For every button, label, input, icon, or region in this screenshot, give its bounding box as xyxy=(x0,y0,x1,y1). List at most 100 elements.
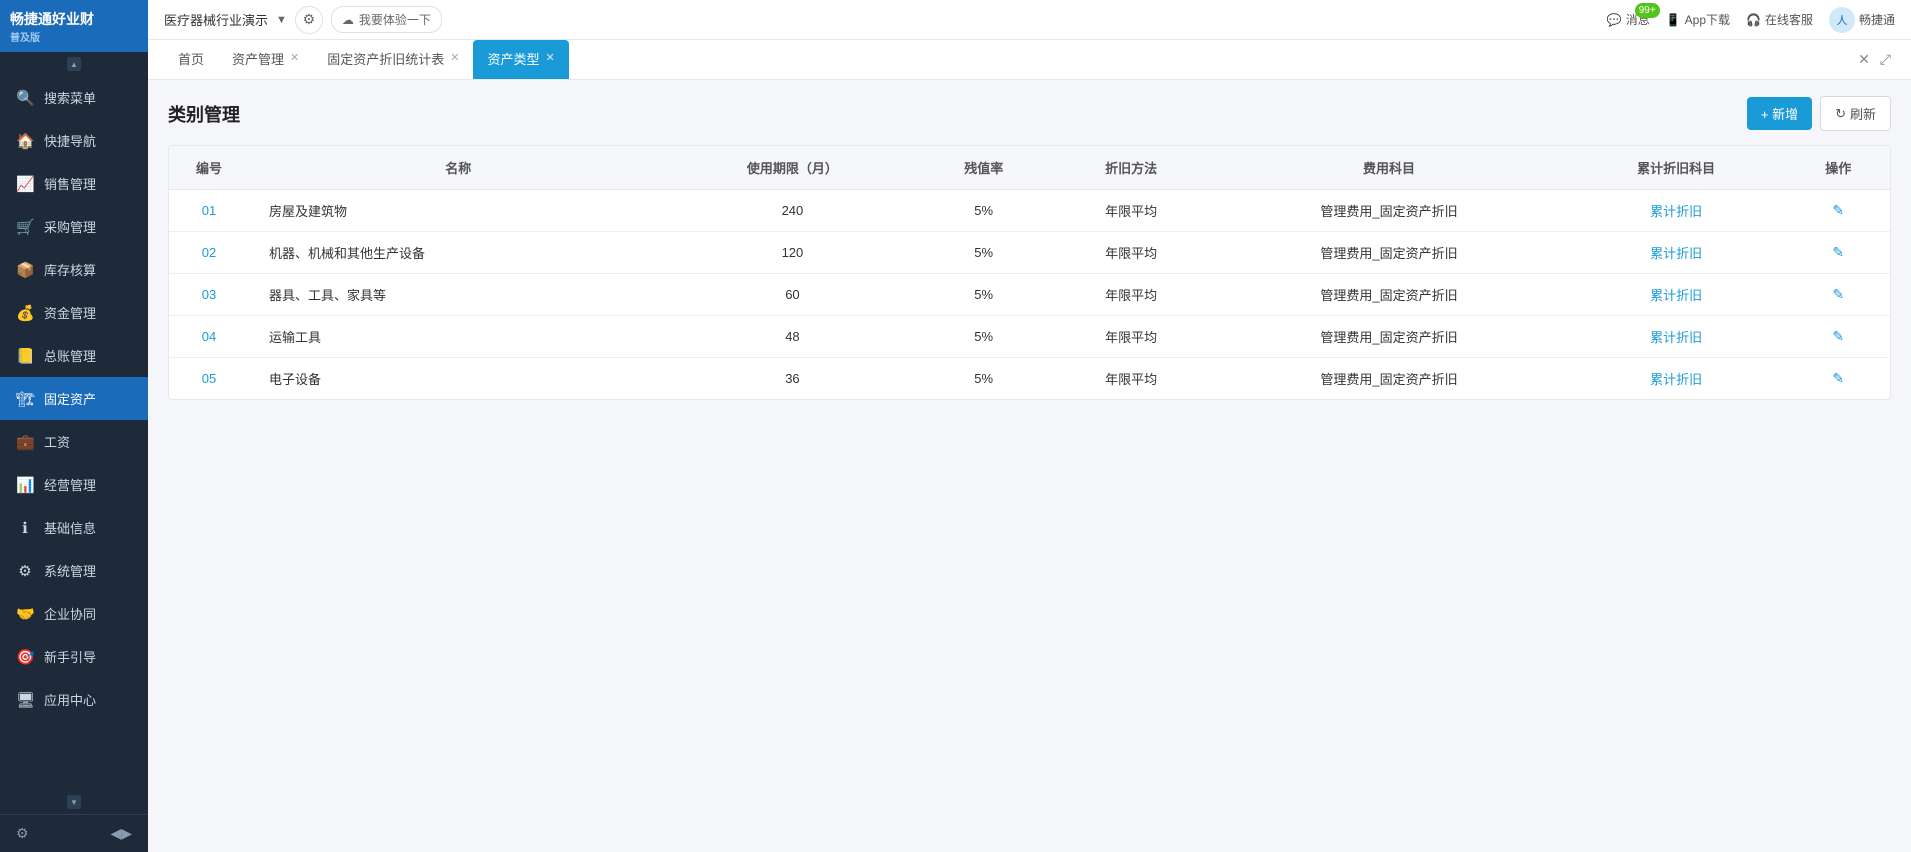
cell-id: 02 xyxy=(169,232,249,274)
sidebar-item-guide[interactable]: 🎯 新手引导 xyxy=(0,635,148,678)
cell-id: 04 xyxy=(169,316,249,358)
tab-asset-type-close[interactable]: ✕ xyxy=(546,53,555,64)
scroll-down-button[interactable]: ▼ xyxy=(67,795,81,809)
expand-window-button[interactable]: ⤢ xyxy=(1880,51,1891,68)
cell-name: 电子设备 xyxy=(249,358,668,400)
cell-action: ✎ xyxy=(1786,274,1890,316)
tab-home[interactable]: 首页 xyxy=(164,40,218,79)
sidebar-item-label: 新手引导 xyxy=(44,647,96,666)
sidebar-item-label: 采购管理 xyxy=(44,217,96,236)
edit-button[interactable]: ✎ xyxy=(1832,202,1844,218)
sidebar-item-label: 企业协同 xyxy=(44,604,96,623)
sidebar-item-label: 搜索菜单 xyxy=(44,88,96,107)
cell-residual: 5% xyxy=(917,190,1050,232)
table-row: 01 房屋及建筑物 240 5% 年限平均 管理费用_固定资产折旧 累计折旧 ✎ xyxy=(169,190,1890,232)
cell-name: 运输工具 xyxy=(249,316,668,358)
scroll-up-button[interactable]: ▲ xyxy=(67,57,81,71)
customer-service-label: 在线客服 xyxy=(1765,11,1813,28)
sales-icon: 📈 xyxy=(16,175,34,193)
tab-asset-management-label: 资产管理 xyxy=(232,49,284,68)
settings-footer-icon[interactable]: ⚙ xyxy=(16,825,29,842)
cell-period: 240 xyxy=(668,190,918,232)
cell-name: 器具、工具、家具等 xyxy=(249,274,668,316)
sidebar-item-system[interactable]: ⚙ 系统管理 xyxy=(0,549,148,592)
sidebar-item-purchase[interactable]: 🛒 采购管理 xyxy=(0,205,148,248)
tab-depreciation-table[interactable]: 固定资产折旧统计表 ✕ xyxy=(313,40,473,79)
app-download-button[interactable]: 📱 App下载 xyxy=(1666,11,1730,28)
sidebar-item-quicknav[interactable]: 🏠 快捷导航 xyxy=(0,119,148,162)
company-dropdown-icon[interactable]: ▼ xyxy=(276,14,287,26)
settings-gear-button[interactable]: ⚙ xyxy=(295,6,323,34)
sidebar-item-label: 资金管理 xyxy=(44,303,96,322)
experience-button[interactable]: ☁ 我要体验一下 xyxy=(331,6,442,33)
refresh-icon: ↻ xyxy=(1835,106,1846,122)
tab-asset-management[interactable]: 资产管理 ✕ xyxy=(218,40,313,79)
cell-name: 房屋及建筑物 xyxy=(249,190,668,232)
sidebar-item-fixed-assets[interactable]: 🏗 固定资产 xyxy=(0,377,148,420)
cell-accumulated: 累计折旧 xyxy=(1566,274,1787,316)
sidebar-item-label: 工资 xyxy=(44,432,70,451)
cell-id: 03 xyxy=(169,274,249,316)
tab-depreciation-label: 固定资产折旧统计表 xyxy=(327,49,444,68)
sidebar-item-basic-info[interactable]: ℹ 基础信息 xyxy=(0,506,148,549)
cloud-icon: ☁ xyxy=(342,13,354,27)
sidebar-item-finance[interactable]: 💰 资金管理 xyxy=(0,291,148,334)
sidebar-item-collab[interactable]: 🤝 企业协同 xyxy=(0,592,148,635)
message-badge: 99+ xyxy=(1635,3,1660,18)
cell-expense: 管理费用_固定资产折旧 xyxy=(1212,316,1566,358)
col-header-accumulated: 累计折旧科目 xyxy=(1566,146,1787,190)
user-profile[interactable]: 人 畅捷通 xyxy=(1829,7,1895,33)
col-header-residual: 残值率 xyxy=(917,146,1050,190)
customer-service-button[interactable]: 🎧 在线客服 xyxy=(1746,11,1813,28)
cell-expense: 管理费用_固定资产折旧 xyxy=(1212,274,1566,316)
sidebar-item-label: 系统管理 xyxy=(44,561,96,580)
sidebar-item-sales[interactable]: 📈 销售管理 xyxy=(0,162,148,205)
sidebar-item-label: 基础信息 xyxy=(44,518,96,537)
headset-icon: 🎧 xyxy=(1746,13,1761,27)
tab-asset-management-close[interactable]: ✕ xyxy=(290,53,299,64)
refresh-label: 刷新 xyxy=(1850,104,1876,123)
sidebar-item-label: 快捷导航 xyxy=(44,131,96,150)
edit-button[interactable]: ✎ xyxy=(1832,244,1844,260)
edit-button[interactable]: ✎ xyxy=(1832,370,1844,386)
tab-home-label: 首页 xyxy=(178,49,204,68)
edit-button[interactable]: ✎ xyxy=(1832,286,1844,302)
cell-accumulated: 累计折旧 xyxy=(1566,190,1787,232)
close-window-button[interactable]: ✕ xyxy=(1858,51,1870,68)
logo-sub: 普及版 xyxy=(10,29,94,44)
col-header-expense: 费用科目 xyxy=(1212,146,1566,190)
tabs-bar: 首页 资产管理 ✕ 固定资产折旧统计表 ✕ 资产类型 ✕ ✕ ⤢ xyxy=(148,40,1911,80)
app-logo: 畅捷通好业财 普及版 xyxy=(0,0,148,52)
fixed-assets-icon: 🏗 xyxy=(16,390,34,408)
table-row: 02 机器、机械和其他生产设备 120 5% 年限平均 管理费用_固定资产折旧 … xyxy=(169,232,1890,274)
sidebar-item-label: 销售管理 xyxy=(44,174,96,193)
sidebar-item-operations[interactable]: 📊 经营管理 xyxy=(0,463,148,506)
sidebar-item-payroll[interactable]: 💼 工资 xyxy=(0,420,148,463)
tab-asset-type[interactable]: 资产类型 ✕ xyxy=(473,40,568,79)
edit-button[interactable]: ✎ xyxy=(1832,328,1844,344)
refresh-button[interactable]: ↻ 刷新 xyxy=(1820,96,1891,131)
tab-depreciation-close[interactable]: ✕ xyxy=(450,53,459,64)
cell-method: 年限平均 xyxy=(1050,232,1212,274)
app-download-label: App下载 xyxy=(1685,11,1730,28)
sidebar-item-app-center[interactable]: 🖥 应用中心 xyxy=(0,678,148,721)
info-icon: ℹ xyxy=(16,519,34,537)
col-header-action: 操作 xyxy=(1786,146,1890,190)
username: 畅捷通 xyxy=(1859,11,1895,28)
sidebar-item-search[interactable]: 🔍 搜索菜单 xyxy=(0,76,148,119)
finance-icon: 💰 xyxy=(16,304,34,322)
message-button[interactable]: 💬 消息 99+ xyxy=(1607,11,1650,28)
sidebar-item-ledger[interactable]: 📒 总账管理 xyxy=(0,334,148,377)
ledger-icon: 📒 xyxy=(16,347,34,365)
search-icon: 🔍 xyxy=(16,89,34,107)
sidebar-item-inventory[interactable]: 📦 库存核算 xyxy=(0,248,148,291)
cell-accumulated: 累计折旧 xyxy=(1566,358,1787,400)
cell-method: 年限平均 xyxy=(1050,190,1212,232)
cell-period: 36 xyxy=(668,358,918,400)
topbar: 医疗器械行业演示 ▼ ⚙ ☁ 我要体验一下 💬 消息 99+ 📱 App下载 🎧… xyxy=(148,0,1911,40)
new-button[interactable]: + 新增 xyxy=(1747,97,1812,130)
experience-label: 我要体验一下 xyxy=(359,11,431,28)
cell-id: 05 xyxy=(169,358,249,400)
cell-method: 年限平均 xyxy=(1050,274,1212,316)
collapse-sidebar-icon[interactable]: ◀▶ xyxy=(110,825,132,842)
